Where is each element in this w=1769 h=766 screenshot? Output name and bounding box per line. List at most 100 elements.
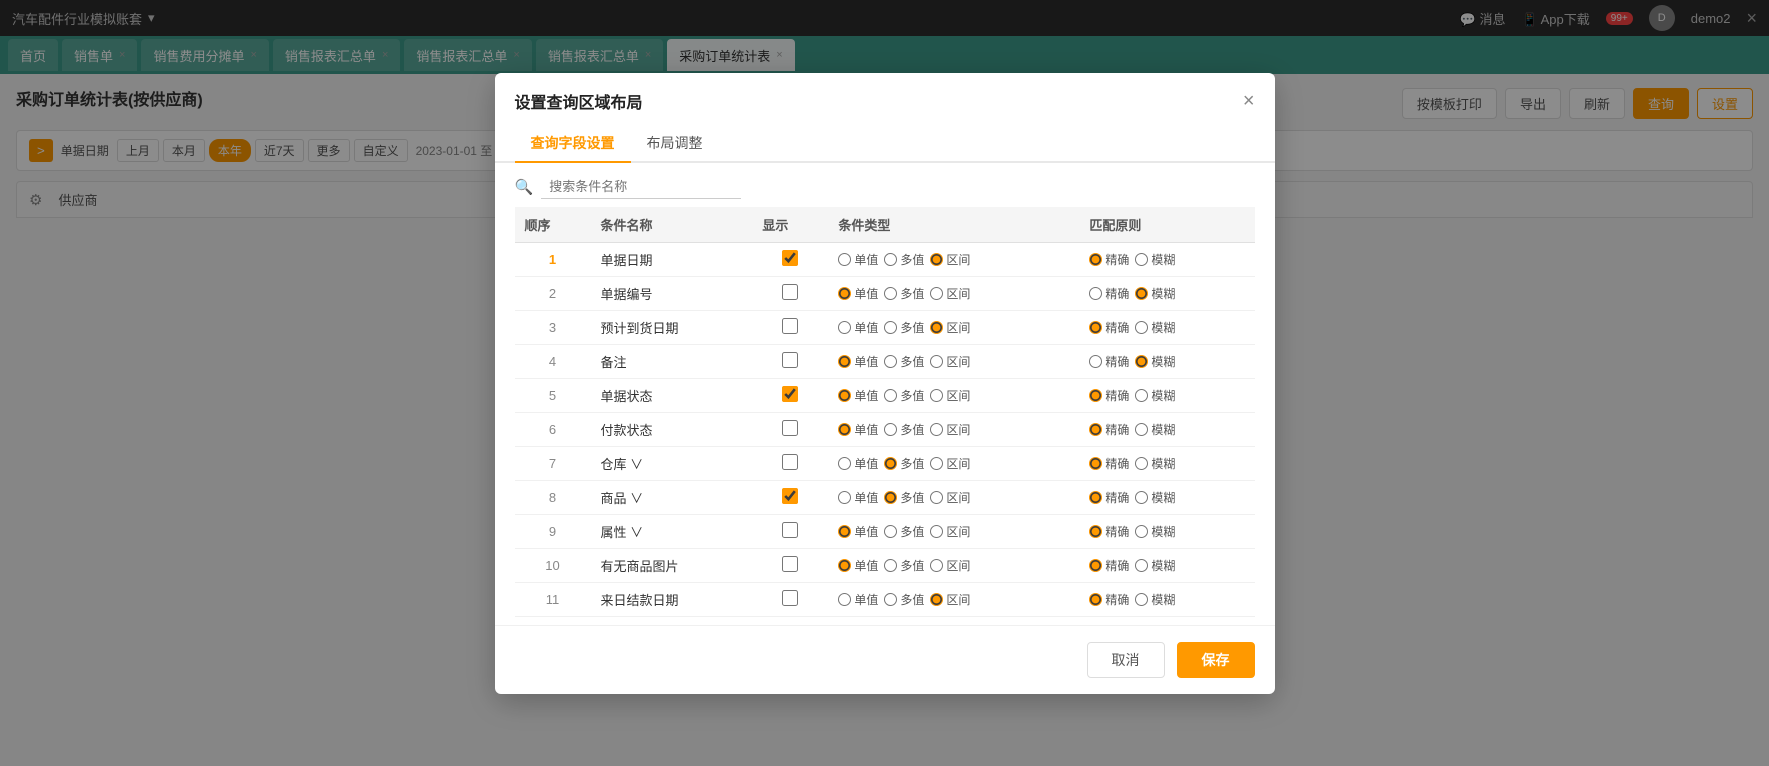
type-radio-单值[interactable]	[838, 457, 851, 470]
type-radio-多值[interactable]	[884, 457, 897, 470]
type-radio-多值[interactable]	[884, 321, 897, 334]
type-radio-区间[interactable]	[930, 321, 943, 334]
type-radio-单值[interactable]	[838, 389, 851, 402]
type-radio-单值[interactable]	[838, 321, 851, 334]
type-radio-多值[interactable]	[884, 287, 897, 300]
type-radio-单值[interactable]	[838, 525, 851, 538]
dialog-close-button[interactable]: ×	[1243, 91, 1255, 111]
match-radio-模糊[interactable]	[1135, 253, 1148, 266]
match-radio-精确[interactable]	[1089, 423, 1102, 436]
row-type-cell: 单值多值区间	[828, 378, 1079, 412]
match-radio-group: 精确模糊	[1089, 523, 1244, 540]
type-radio-多值[interactable]	[884, 253, 897, 266]
type-radio-多值[interactable]	[884, 491, 897, 504]
search-icon: 🔍	[515, 178, 534, 196]
row-display-cell	[752, 378, 828, 412]
display-checkbox[interactable]	[782, 284, 798, 300]
row-match-cell: 精确模糊	[1079, 446, 1254, 480]
dialog-search-area: 🔍	[495, 163, 1275, 207]
display-checkbox[interactable]	[782, 590, 798, 606]
display-checkbox[interactable]	[782, 386, 798, 402]
type-radio-单值[interactable]	[838, 559, 851, 572]
match-radio-精确[interactable]	[1089, 287, 1102, 300]
cancel-button[interactable]: 取消	[1087, 642, 1165, 678]
match-radio-模糊[interactable]	[1135, 593, 1148, 606]
tab-layout-adjust[interactable]: 布局调整	[631, 125, 719, 163]
type-radio-多值[interactable]	[884, 593, 897, 606]
display-checkbox[interactable]	[782, 420, 798, 436]
match-radio-模糊[interactable]	[1135, 491, 1148, 504]
match-radio-精确[interactable]	[1089, 559, 1102, 572]
match-radio-精确[interactable]	[1089, 389, 1102, 402]
row-display-cell	[752, 412, 828, 446]
type-radio-区间[interactable]	[930, 423, 943, 436]
match-radio-精确[interactable]	[1089, 355, 1102, 368]
match-radio-精确[interactable]	[1089, 321, 1102, 334]
type-radio-单值[interactable]	[838, 593, 851, 606]
table-row: 5单据状态 单值多值区间精确模糊	[515, 378, 1255, 412]
type-radio-区间[interactable]	[930, 491, 943, 504]
type-radio-区间[interactable]	[930, 389, 943, 402]
match-radio-模糊[interactable]	[1135, 457, 1148, 470]
display-checkbox[interactable]	[782, 352, 798, 368]
row-display-cell	[752, 548, 828, 582]
row-order: 9	[515, 514, 591, 548]
row-condition-name: 单据状态	[590, 378, 752, 412]
type-radio-区间[interactable]	[930, 253, 943, 266]
row-match-cell: 精确模糊	[1079, 242, 1254, 276]
row-condition-name: 属性 ∨	[590, 514, 752, 548]
display-checkbox[interactable]	[782, 522, 798, 538]
match-radio-模糊[interactable]	[1135, 559, 1148, 572]
type-radio-单值[interactable]	[838, 355, 851, 368]
match-radio-精确[interactable]	[1089, 457, 1102, 470]
display-checkbox[interactable]	[782, 556, 798, 572]
row-order: 1	[515, 242, 591, 276]
display-checkbox[interactable]	[782, 318, 798, 334]
row-display-cell	[752, 582, 828, 616]
type-radio-区间[interactable]	[930, 525, 943, 538]
type-radio-区间[interactable]	[930, 593, 943, 606]
type-radio-多值[interactable]	[884, 389, 897, 402]
type-radio-单值[interactable]	[838, 423, 851, 436]
type-radio-区间[interactable]	[930, 287, 943, 300]
match-radio-精确[interactable]	[1089, 525, 1102, 538]
search-input[interactable]	[541, 175, 741, 199]
match-radio-精确[interactable]	[1089, 491, 1102, 504]
row-type-cell: 单值多值区间	[828, 412, 1079, 446]
match-radio-模糊[interactable]	[1135, 321, 1148, 334]
row-display-cell	[752, 310, 828, 344]
tab-query-fields[interactable]: 查询字段设置	[515, 125, 631, 163]
table-row: 10有无商品图片单值多值区间精确模糊	[515, 548, 1255, 582]
match-radio-group: 精确模糊	[1089, 387, 1244, 404]
type-radio-区间[interactable]	[930, 355, 943, 368]
display-checkbox[interactable]	[782, 488, 798, 504]
match-radio-精确[interactable]	[1089, 593, 1102, 606]
type-radio-单值[interactable]	[838, 253, 851, 266]
match-radio-精确[interactable]	[1089, 253, 1102, 266]
match-radio-模糊[interactable]	[1135, 389, 1148, 402]
row-order: 5	[515, 378, 591, 412]
match-radio-模糊[interactable]	[1135, 355, 1148, 368]
type-radio-区间[interactable]	[930, 457, 943, 470]
save-button[interactable]: 保存	[1177, 642, 1255, 678]
type-radio-多值[interactable]	[884, 355, 897, 368]
type-radio-多值[interactable]	[884, 423, 897, 436]
row-match-cell: 精确模糊	[1079, 514, 1254, 548]
display-checkbox[interactable]	[782, 250, 798, 266]
type-radio-多值[interactable]	[884, 525, 897, 538]
type-radio-group: 单值多值区间	[838, 285, 1069, 302]
match-radio-模糊[interactable]	[1135, 287, 1148, 300]
type-radio-group: 单值多值区间	[838, 489, 1069, 506]
type-radio-多值[interactable]	[884, 559, 897, 572]
row-type-cell: 单值多值区间	[828, 548, 1079, 582]
display-checkbox[interactable]	[782, 454, 798, 470]
match-radio-模糊[interactable]	[1135, 423, 1148, 436]
row-match-cell: 精确模糊	[1079, 310, 1254, 344]
match-radio-模糊[interactable]	[1135, 525, 1148, 538]
row-condition-name: 单据日期	[590, 242, 752, 276]
row-order: 6	[515, 412, 591, 446]
type-radio-区间[interactable]	[930, 559, 943, 572]
type-radio-单值[interactable]	[838, 287, 851, 300]
match-radio-group: 精确模糊	[1089, 455, 1244, 472]
type-radio-单值[interactable]	[838, 491, 851, 504]
